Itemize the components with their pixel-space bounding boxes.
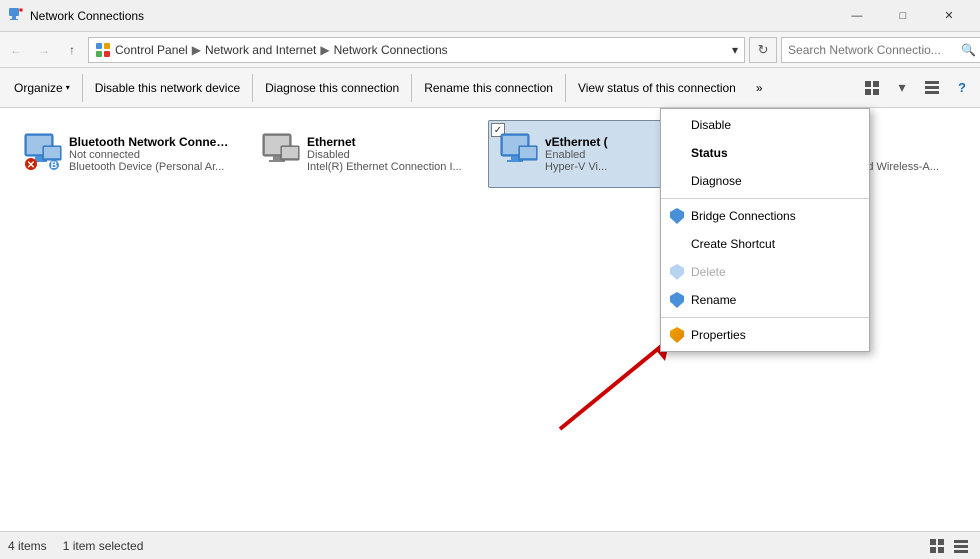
bridge-shield-icon (669, 208, 685, 224)
connection-detail: Intel(R) Ethernet Connection I... (307, 161, 471, 173)
selection-count: 1 item selected (63, 539, 144, 553)
delete-shield-icon (669, 264, 685, 280)
view-dropdown-button[interactable]: ▾ (888, 74, 916, 102)
up-button[interactable]: ↑ (60, 38, 84, 62)
context-menu-status[interactable]: Status (661, 139, 869, 167)
organize-button[interactable]: Organize ▾ (4, 70, 80, 106)
context-menu-diagnose[interactable]: Diagnose (661, 167, 869, 195)
toolbar-separator (252, 74, 253, 102)
disable-icon (669, 117, 685, 133)
split-icon (925, 81, 939, 95)
address-bar: ← → ↑ Control Panel ▶ Network and Intern… (0, 32, 980, 68)
svg-text:✕: ✕ (27, 160, 35, 171)
title-bar: Network Connections — □ ✕ (0, 0, 980, 32)
app-icon (8, 6, 24, 25)
breadcrumb-item: Network Connections (334, 43, 448, 57)
toolbar-right: ▾ ? (858, 74, 976, 102)
toolbar-separator (411, 74, 412, 102)
shortcut-icon (669, 236, 685, 252)
diagnose-icon (669, 173, 685, 189)
change-view-button[interactable] (858, 74, 886, 102)
close-button[interactable]: ✕ (926, 0, 972, 32)
list-item[interactable]: Ethernet Disabled Intel(R) Ethernet Conn… (250, 120, 480, 188)
toolbar-separator (82, 74, 83, 102)
connection-status: Not connected (69, 149, 233, 161)
context-menu-separator (661, 198, 869, 199)
breadcrumb-dropdown-icon: ▾ (732, 43, 738, 57)
context-menu-bridge[interactable]: Bridge Connections (661, 202, 869, 230)
context-menu-rename[interactable]: Rename (661, 286, 869, 314)
organize-chevron-icon: ▾ (66, 83, 70, 92)
context-menu-separator-2 (661, 317, 869, 318)
connection-info: Bluetooth Network Connection Not connect… (69, 135, 233, 173)
minimize-button[interactable]: — (834, 0, 880, 32)
more-toolbar-button[interactable]: » (746, 70, 773, 106)
forward-button[interactable]: → (32, 38, 56, 62)
context-menu: Disable Status Diagnose Bridge Connectio… (660, 108, 870, 352)
rename-button[interactable]: Rename this connection (414, 70, 563, 106)
refresh-button[interactable]: ↻ (749, 37, 777, 63)
diagnose-button[interactable]: Diagnose this connection (255, 70, 409, 106)
context-menu-shortcut[interactable]: Create Shortcut (661, 230, 869, 258)
tile-view-button[interactable] (926, 535, 948, 557)
breadcrumb[interactable]: Control Panel ▶ Network and Internet ▶ N… (88, 37, 745, 63)
back-button[interactable]: ← (4, 38, 28, 62)
connection-info: Ethernet Disabled Intel(R) Ethernet Conn… (307, 135, 471, 173)
breadcrumb-item: Network and Internet (205, 43, 316, 57)
maximize-button[interactable]: □ (880, 0, 926, 32)
connection-name: Bluetooth Network Connection (69, 135, 233, 149)
disable-button[interactable]: Disable this network device (85, 70, 250, 106)
window-title: Network Connections (30, 9, 834, 23)
connection-icon (259, 130, 307, 178)
connection-icon: ✕ B (21, 130, 69, 178)
context-menu-disable[interactable]: Disable (661, 111, 869, 139)
properties-shield-icon (669, 327, 685, 343)
toolbar-separator (565, 74, 566, 102)
search-icon: 🔍 (961, 43, 976, 57)
rename-shield-icon (669, 292, 685, 308)
help-button[interactable]: ? (948, 74, 976, 102)
window-controls: — □ ✕ (834, 0, 972, 32)
toolbar: Organize ▾ Disable this network device D… (0, 68, 980, 108)
breadcrumb-item: Control Panel (115, 43, 188, 57)
search-input[interactable] (781, 37, 980, 63)
connection-status: Disabled (307, 149, 471, 161)
item-count: 4 items (8, 539, 47, 553)
connection-icon (497, 130, 545, 178)
connection-detail: Bluetooth Device (Personal Ar... (69, 161, 233, 173)
connection-name: Ethernet (307, 135, 471, 149)
view-status-button[interactable]: View status of this connection (568, 70, 746, 106)
list-view-button[interactable] (950, 535, 972, 557)
split-view-button[interactable] (918, 74, 946, 102)
context-menu-delete[interactable]: Delete (661, 258, 869, 286)
list-item[interactable]: ✕ B Bluetooth Network Connection Not con… (12, 120, 242, 188)
status-view-controls (926, 535, 972, 557)
control-panel-icon (95, 42, 111, 58)
status-icon (669, 145, 685, 161)
context-menu-properties[interactable]: Properties (661, 321, 869, 349)
svg-text:B: B (51, 160, 58, 170)
status-bar: 4 items 1 item selected (0, 531, 980, 559)
view-icon (865, 81, 879, 95)
